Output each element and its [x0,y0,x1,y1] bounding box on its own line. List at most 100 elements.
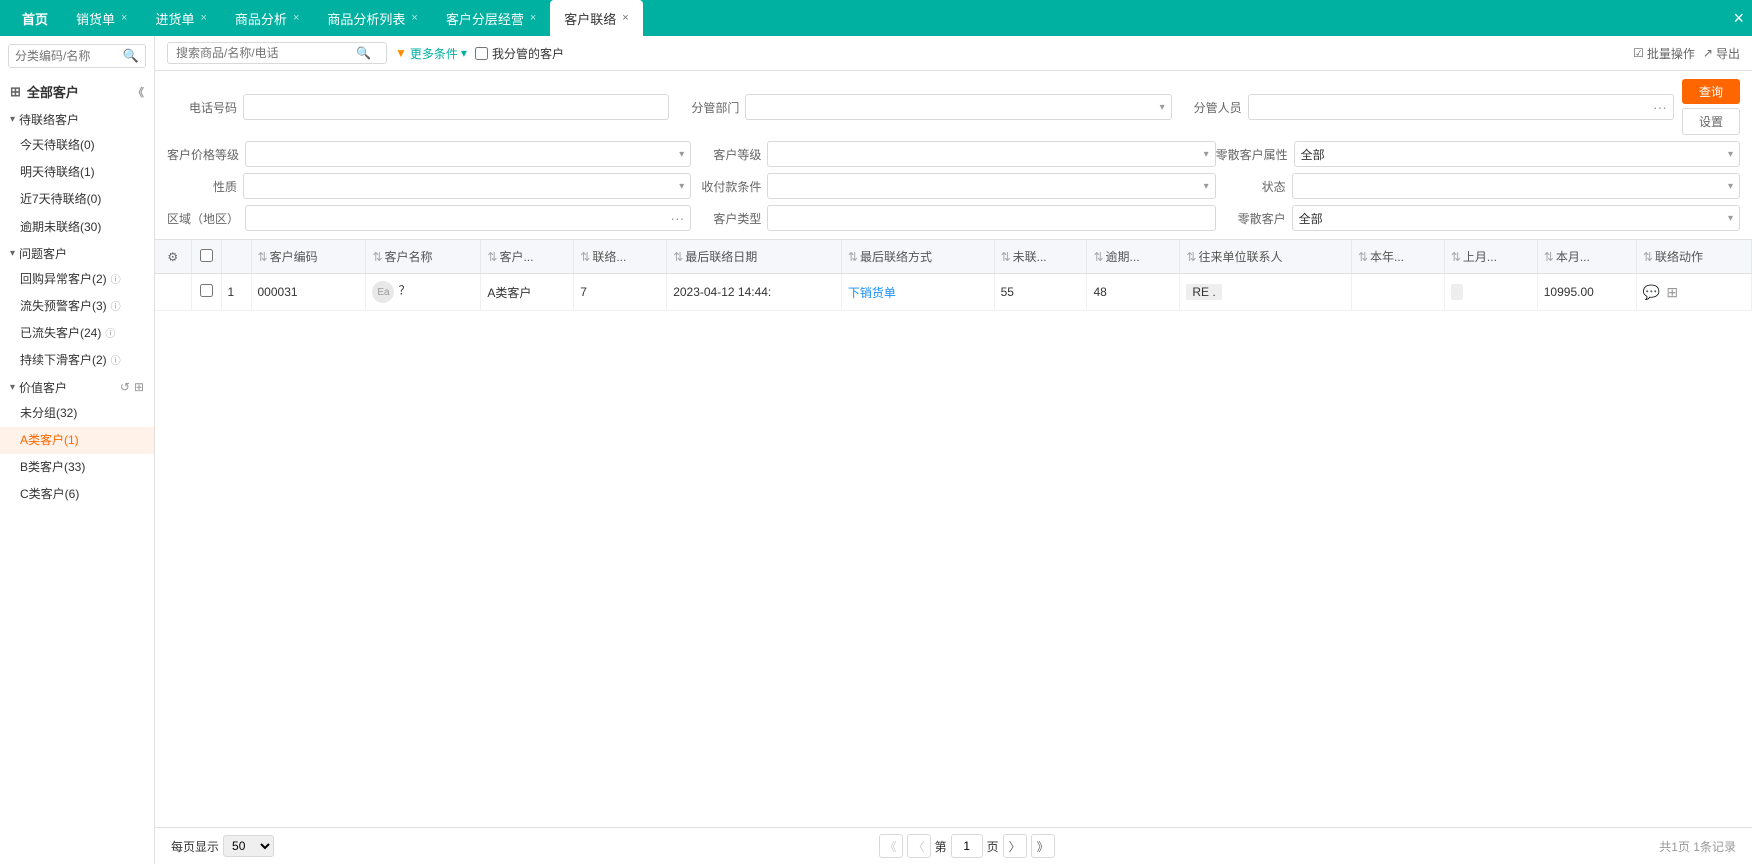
next-page-button[interactable]: 〉 [1003,834,1027,858]
total-pages-label: 页 [987,838,999,855]
filter-select-3-0[interactable]: ··· [245,205,691,231]
nav-item-customer-tier[interactable]: 客户分层经营× [432,0,550,36]
dropdown-arrow: ▾ [1728,181,1733,192]
select-all-checkbox[interactable] [200,249,213,262]
sidebar-item-today-pending[interactable]: 今天待联络(0) [0,132,154,159]
gear-icon[interactable]: ⚙ [167,250,178,264]
export-button[interactable]: ↗ 导出 [1703,45,1740,62]
col-sort-icon: ⇅ [1451,250,1461,264]
close-all-button[interactable]: × [1733,8,1744,29]
col-sort-icon: ⇅ [1643,250,1653,264]
all-customers-label: 全部客户 [27,82,79,101]
filter-select-0-1[interactable]: ▾ [745,94,1171,120]
sidebar-item-label: 流失预警客户(3) [20,299,107,313]
nav-item-purchase[interactable]: 进货单× [141,0,220,36]
refresh-icon[interactable]: ↺ [120,380,130,394]
filter-item-0-1: 分管部门▾ [669,94,1171,120]
chat-icon[interactable]: 💬 [1643,284,1660,301]
page-size-select[interactable]: 每页显示 102050100 [171,835,274,857]
add-group-icon[interactable]: ⊞ [134,380,144,394]
sidebar-item-a-class[interactable]: A类客户(1) [0,427,154,454]
filter-select-1-1[interactable]: ▾ [767,141,1215,167]
filter-select-2-0[interactable]: ▾ [243,173,691,199]
filter-select-3-2[interactable]: 全部▾ [1292,205,1740,231]
filter-select-1-2[interactable]: 全部▾ [1294,141,1740,167]
nav-item-goods-analysis-list[interactable]: 商品分析列表× [313,0,431,36]
last-page-button[interactable]: 》 [1031,834,1055,858]
cell-code: 000031 [251,274,366,311]
nav-close-icon-purchase[interactable]: × [200,12,206,24]
col-header-unitContact: ⇅往来单位联系人 [1180,240,1352,274]
page-number-input[interactable] [951,834,983,858]
nav-item-customer-contact[interactable]: 客户联络× [550,0,642,36]
sidebar-collapse-icon[interactable]: 《 [133,84,144,100]
sidebar-item-ungrouped[interactable]: 未分组(32) [0,400,154,427]
nav-item-home[interactable]: 首页 [8,0,62,36]
sidebar-item-label: A类客户(1) [20,433,79,447]
sidebar-section-pending-contact[interactable]: ▾ 待联络客户 [0,107,154,132]
grid-icon: ⊞ [10,84,21,100]
col-header-type: ⇅客户... [481,240,574,274]
filter-item-1-2: 零散客户属性全部▾ [1216,141,1740,167]
query-button[interactable]: 查询 [1682,79,1740,104]
info-icon: ⓘ [111,356,121,367]
dropdown-arrow: ▾ [1160,102,1165,113]
toolbar-search-icon[interactable]: 🔍 [356,46,371,60]
page-size-dropdown[interactable]: 102050100 [223,835,274,857]
sidebar-item-tomorrow-pending[interactable]: 明天待联络(1) [0,159,154,186]
toolbar: 🔍 ▼ 更多条件 ▾ 我分管的客户 ☑ 批量操作 ↗ 导出 [155,36,1752,71]
sidebar-item-label: 已流失客户(24) [20,326,101,340]
nav-close-icon-goods-analysis-list[interactable]: × [411,12,417,24]
last-contact-method[interactable]: 下销货单 [848,286,896,300]
sidebar-item-c-class[interactable]: C类客户(6) [0,481,154,508]
nav-close-icon-customer-tier[interactable]: × [530,12,536,24]
chevron-down-icon: ▾ [461,46,467,60]
filter-select-2-2[interactable]: ▾ [1292,173,1740,199]
sidebar-item-churned[interactable]: 已流失客户(24)ⓘ [0,320,154,347]
nav-item-sales[interactable]: 销货单× [62,0,141,36]
row-checkbox[interactable] [200,284,213,297]
toolbar-search-input[interactable] [176,46,356,60]
sidebar-item-declining[interactable]: 持续下滑客户(2)ⓘ [0,347,154,374]
filter-input-0-0[interactable] [243,94,669,120]
my-customers-checkbox[interactable]: 我分管的客户 [475,45,564,62]
sidebar-search[interactable]: 🔍 [8,44,146,68]
sidebar-item-week-pending[interactable]: 近7天待联络(0) [0,186,154,213]
my-customers-checkbox-input[interactable] [475,47,488,60]
nav-close-icon-customer-contact[interactable]: × [622,12,628,24]
sidebar-search-input[interactable] [15,49,123,63]
dropdown-arrow: ▾ [1728,149,1733,160]
sidebar-item-overdue-pending[interactable]: 逾期未联络(30) [0,214,154,241]
sidebar-item-churn-warning[interactable]: 流失预警客户(3)ⓘ [0,293,154,320]
filter-select-0-2[interactable]: ··· [1248,94,1674,120]
sidebar-section-problem-customers[interactable]: ▾ 问题客户 [0,241,154,266]
filter-select-1-0[interactable]: ▾ [245,141,691,167]
nav-item-goods-analysis[interactable]: 商品分析× [221,0,313,36]
this-month-amount: 10995.00 [1544,285,1594,299]
prev-page-button[interactable]: 〈 [907,834,931,858]
section-arrow: ▾ [10,248,15,259]
col-header-thisYear: ⇅本年... [1351,240,1444,274]
filter-row-1: 客户价格等级▾客户等级▾零散客户属性全部▾ [167,141,1740,167]
col-sort-icon: ⇅ [372,250,382,264]
table-wrapper[interactable]: ⚙⇅客户编码⇅客户名称⇅客户...⇅联络...⇅最后联络日期⇅最后联络方式⇅未联… [155,240,1752,827]
first-page-button[interactable]: 《 [879,834,903,858]
batch-operation-button[interactable]: ☑ 批量操作 [1633,45,1695,62]
sidebar-all-customers[interactable]: ⊞ 全部客户 《 [0,76,154,107]
sidebar-item-repurchase-abnormal[interactable]: 回购异常客户(2)ⓘ [0,266,154,293]
filter-select-2-1[interactable]: ▾ [767,173,1215,199]
section-arrow: ▾ [10,382,15,393]
col-header-lastMethod: ⇅最后联络方式 [841,240,994,274]
nav-close-icon-goods-analysis[interactable]: × [293,12,299,24]
nav-close-icon-sales[interactable]: × [121,12,127,24]
more-filter-button[interactable]: ▼ 更多条件 ▾ [395,45,467,62]
customer-avatar: Ea [372,281,394,303]
sidebar-item-b-class[interactable]: B类客户(33) [0,454,154,481]
filter-input-3-1[interactable] [767,205,1215,231]
qr-icon[interactable]: ⊞ [1666,284,1678,301]
sidebar-section-value-customers[interactable]: ▾ 价值客户 ↺ ⊞ [0,375,154,400]
toolbar-search[interactable]: 🔍 [167,42,387,64]
cell-thisYear [1351,274,1444,311]
settings-button[interactable]: 设置 [1682,108,1740,135]
sidebar-search-icon[interactable]: 🔍 [123,48,139,64]
